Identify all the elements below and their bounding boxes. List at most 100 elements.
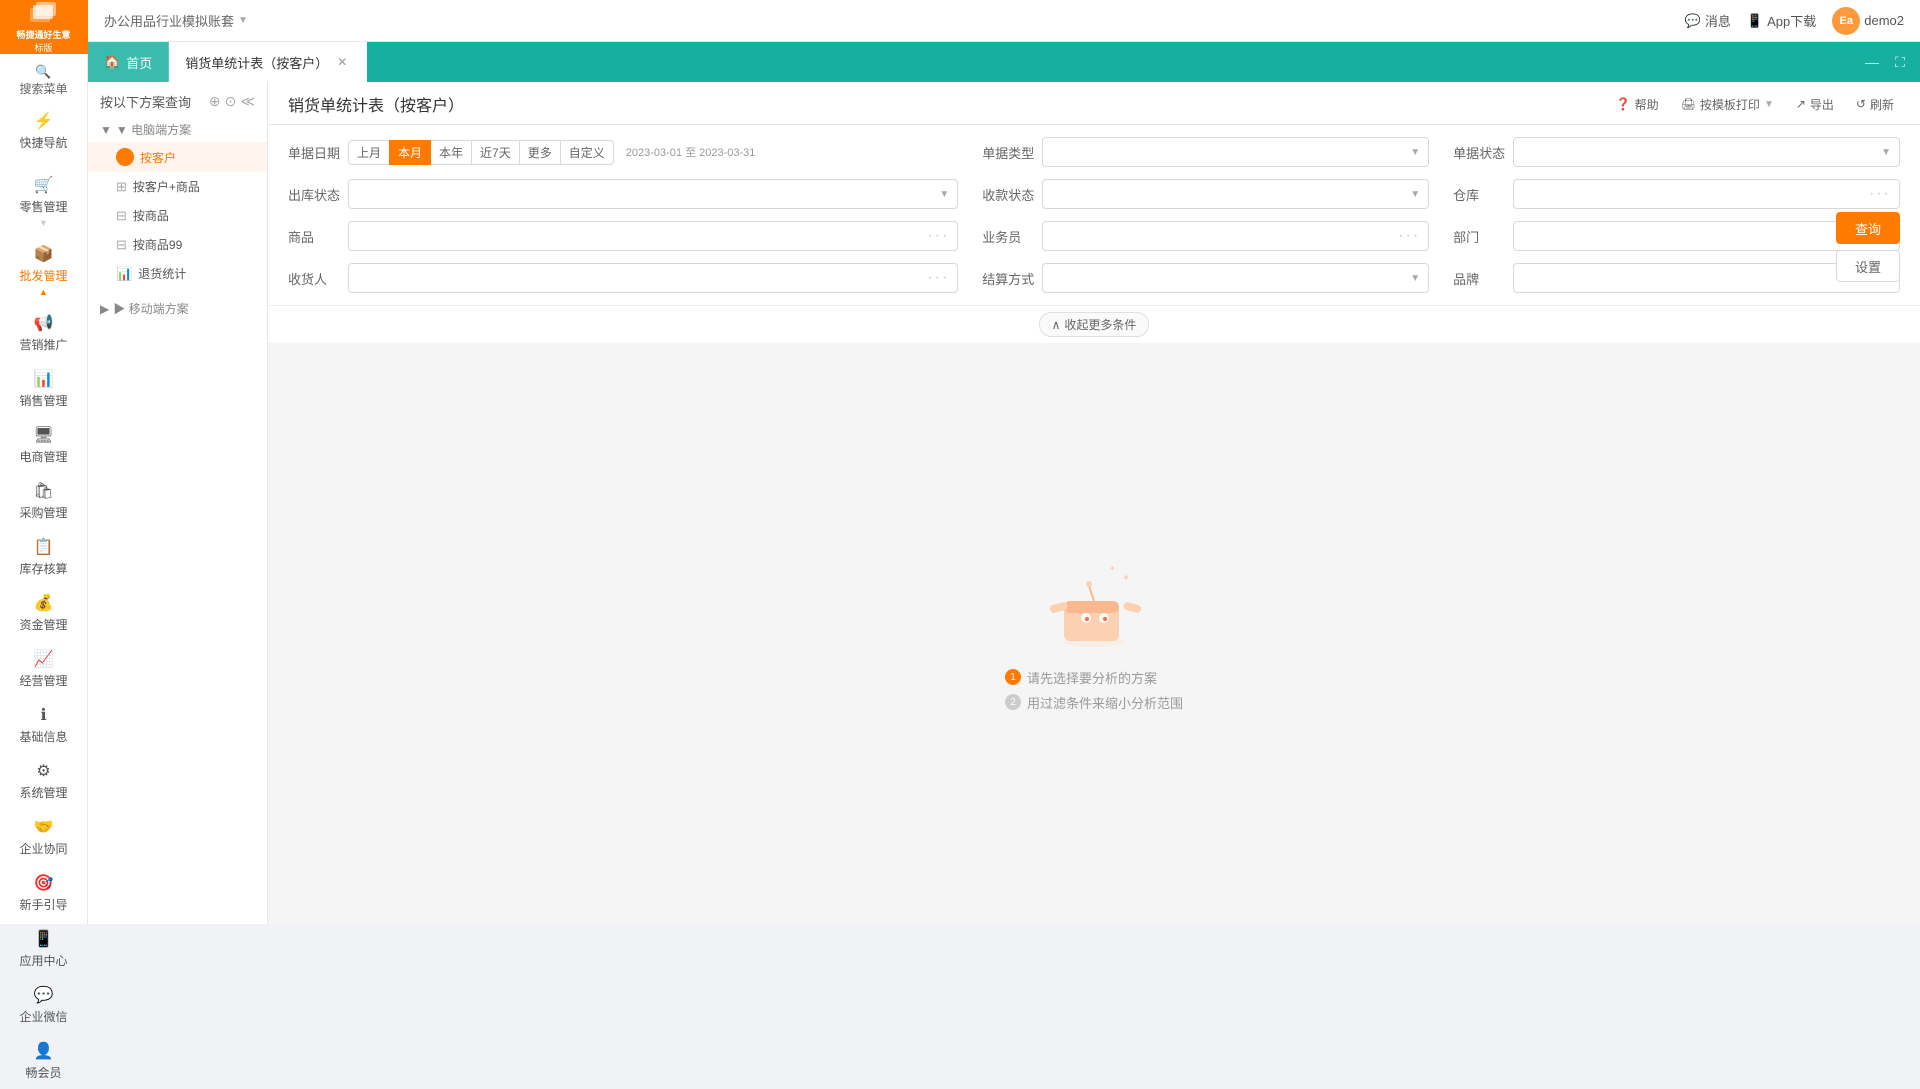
finance-icon: 💰 [34,593,54,613]
out-status-control[interactable]: ▼ [348,179,958,209]
date-tab-lastmonth[interactable]: 上月 [348,140,390,165]
chevron-down-icon: ▼ [100,123,112,137]
app-logo: 畅捷通好生意 标版 [0,0,88,54]
sidebar-item-enterprise[interactable]: 🤝 企业协同 [0,809,87,865]
page-title-row: 销货单统计表（按客户） ❓ 帮助 🖨 按模板打印 ▼ [288,92,1900,124]
sidebar-item-finance[interactable]: 💰 资金管理 [0,585,87,641]
sidebar-item-purchase[interactable]: 🛍 采购管理 [0,473,87,529]
search-menu[interactable]: 🔍 搜索菜单 [0,54,87,103]
filter-out-status: 出库状态 ▼ [288,179,958,209]
page-header: 销货单统计表（按客户） ❓ 帮助 🖨 按模板打印 ▼ [268,82,1920,125]
export-btn[interactable]: ↗ 导出 [1790,93,1840,116]
payment-status-caret: ▼ [1410,189,1420,200]
app-download-btn[interactable]: 📱 App下载 [1747,11,1816,30]
scheme-panel: 按以下方案查询 ⊕ ⊙ ≪ ▼ ▼ 电脑端方案 按客户 ⊞ [88,82,268,924]
svg-text:✦: ✦ [1109,564,1116,573]
help-btn[interactable]: ❓ 帮助 [1610,93,1665,116]
warehouse-dots: ··· [1869,185,1891,203]
scheme-group-mobile-title[interactable]: ▶ ▶ 移动端方案 [88,296,267,321]
main-content: 销货单统计表（按客户） ❓ 帮助 🖨 按模板打印 ▼ [268,82,1920,924]
message-btn[interactable]: 💬 消息 [1685,11,1731,30]
scheme-panel-header: 按以下方案查询 ⊕ ⊙ ≪ [88,82,267,117]
filter-row-2: 出库状态 ▼ 收款状态 ▼ [288,179,1900,209]
settlement-control[interactable]: ▼ [1042,263,1429,293]
sidebar-item-system[interactable]: ⚙ 系统管理 [0,753,87,809]
add-scheme-btn[interactable]: ⊕ [209,93,221,110]
scheme-item-by-goods[interactable]: ⊟ 按商品 [88,201,267,230]
receiver-label: 收货人 [288,269,348,288]
setting-button[interactable]: 设置 [1836,250,1900,282]
scheme-item-return-stat[interactable]: 📊 退货统计 [88,259,267,288]
date-label: 单据日期 [288,143,348,162]
sidebar-item-sales[interactable]: 📊 销售管理 [0,361,87,417]
sidebar-item-basic[interactable]: ℹ 基础信息 [0,697,87,753]
app-subtitle: 标版 [34,41,52,54]
scheme-item-by-customer-goods[interactable]: ⊞ 按客户+商品 [88,172,267,201]
query-button[interactable]: 查询 [1836,212,1900,244]
scheme-icon-chart: 📊 [116,266,132,282]
collapse-panel-btn[interactable]: ≪ [240,93,255,110]
tab-home[interactable]: 🏠 首页 [88,42,169,82]
user-avatar: Ea [1832,7,1860,35]
page-title: 销货单统计表（按客户） [288,92,464,116]
scheme-item-by-customer[interactable]: 按客户 [88,142,267,172]
tab-maximize-btn[interactable]: ⛶ [1888,50,1912,74]
export-icon: ↗ [1796,97,1806,111]
scheme-item-by-goods99[interactable]: ⊟ 按商品99 [88,230,267,259]
bill-type-control[interactable]: ▼ [1042,137,1429,167]
goods-dots: ··· [927,227,949,245]
date-tab-custom[interactable]: 自定义 [560,140,614,165]
active-scheme-indicator [116,148,134,166]
help-icon: ❓ [1616,97,1631,111]
filter-date: 单据日期 上月 本月 本年 近7天 更多 自定义 20 [288,140,958,165]
sidebar-item-appstore[interactable]: 📱 应用中心 [0,921,87,977]
sidebar-item-operations[interactable]: 📈 经营管理 [0,641,87,697]
sidebar-item-wechat[interactable]: 💬 企业微信 [0,977,87,1033]
sidebar-item-shortcut[interactable]: ⚡ 快捷导航 [0,103,87,159]
date-tab-more[interactable]: 更多 [519,140,561,165]
svg-text:✦: ✦ [1122,573,1130,584]
page-actions: ❓ 帮助 🖨 按模板打印 ▼ ↗ 导出 [1610,93,1900,116]
sidebar: 畅捷通好生意 标版 🔍 搜索菜单 ⚡ 快捷导航 🛒 零售管理 ▼ 📦 批发管理 … [0,0,88,924]
settlement-label: 结算方式 [982,269,1042,288]
scheme-group-desktop-title[interactable]: ▼ ▼ 电脑端方案 [88,117,267,142]
user-menu[interactable]: Ea demo2 [1832,7,1904,35]
tip-num-1: 1 [1005,669,1021,685]
salesperson-dots: ··· [1398,227,1420,245]
collapse-icon: ∧ [1052,318,1061,332]
template-print-btn[interactable]: 🖨 按模板打印 ▼ [1675,93,1780,116]
print-icon: 🖨 [1681,97,1696,111]
refresh-btn[interactable]: ↺ 刷新 [1850,93,1900,116]
sidebar-item-member[interactable]: 👤 畅会员 [0,1033,87,1089]
bill-status-control[interactable]: ▼ [1513,137,1900,167]
settings-scheme-btn[interactable]: ⊙ [225,93,237,110]
collapse-btn[interactable]: ∧ 收起更多条件 [1039,312,1150,337]
sidebar-item-ecommerce[interactable]: 🖥 电商管理 [0,417,87,473]
empty-illustration: ✦ ✦ [1034,556,1154,656]
date-tab-last7days[interactable]: 近7天 [471,140,520,165]
member-icon: 👤 [34,1041,54,1061]
receiver-control[interactable]: ··· [348,263,958,293]
newbie-icon: 🎯 [34,873,54,893]
sidebar-item-wholesale[interactable]: 📦 批发管理 ▲ [0,236,87,305]
tab-minimize-btn[interactable]: — [1860,50,1884,74]
out-status-label: 出库状态 [288,185,348,204]
salesperson-control[interactable]: ··· [1042,221,1429,251]
sidebar-item-retail[interactable]: 🛒 零售管理 ▼ [0,167,87,236]
bill-type-label: 单据类型 [982,143,1042,162]
sidebar-item-newbie[interactable]: 🎯 新手引导 [0,865,87,921]
payment-status-label: 收款状态 [982,185,1042,204]
operations-icon: 📈 [34,649,54,669]
payment-status-control[interactable]: ▼ [1042,179,1429,209]
goods-control[interactable]: ··· [348,221,958,251]
date-tab-thisyear[interactable]: 本年 [430,140,472,165]
sidebar-item-marketing[interactable]: 📢 营销推广 [0,305,87,361]
date-tab-thismonth[interactable]: 本月 [389,140,431,165]
filter-goods: 商品 ··· [288,221,958,251]
sidebar-item-inventory[interactable]: 📋 库存核算 [0,529,87,585]
tab-close-icon[interactable]: ✕ [334,54,350,70]
company-selector[interactable]: 办公用品行业模拟账套 ▼ [104,11,248,30]
warehouse-control[interactable]: ··· [1513,179,1900,209]
bill-status-label: 单据状态 [1453,143,1513,162]
tab-sales-stat[interactable]: 销货单统计表（按客户） ✕ [169,42,367,82]
